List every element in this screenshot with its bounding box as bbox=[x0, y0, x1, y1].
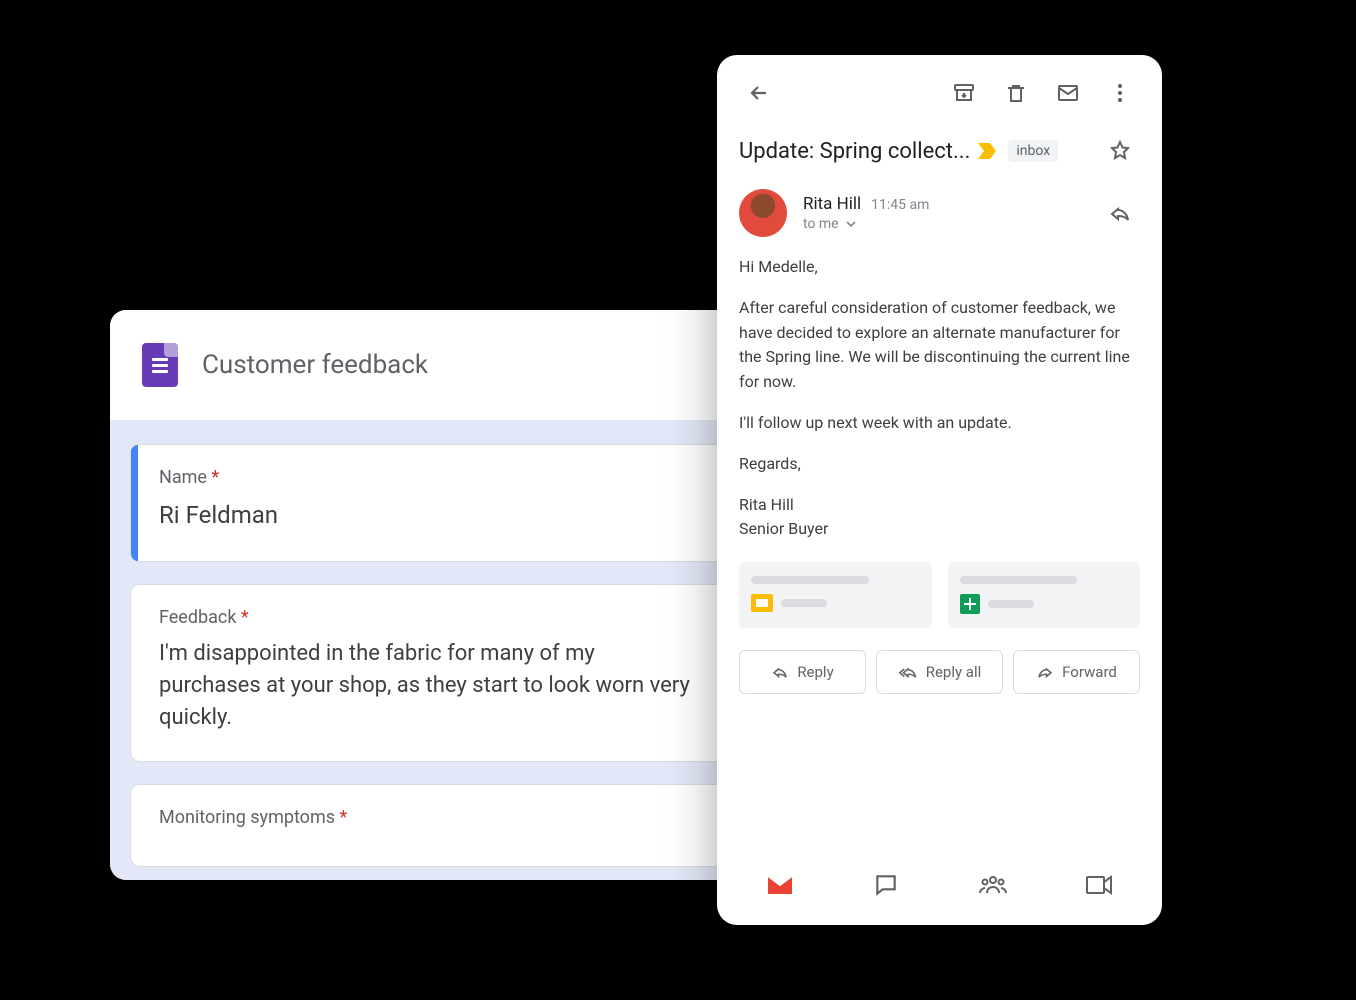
archive-button[interactable] bbox=[944, 73, 984, 113]
attachment-title-placeholder bbox=[960, 576, 1078, 584]
more-menu-button[interactable] bbox=[1100, 73, 1140, 113]
chevron-down-icon bbox=[845, 218, 857, 230]
sender-name: Rita Hill bbox=[803, 194, 861, 214]
form-title: Customer feedback bbox=[202, 350, 428, 380]
sender-time: 11:45 am bbox=[871, 197, 929, 213]
email-closing: Regards, bbox=[739, 452, 1140, 477]
people-icon bbox=[978, 873, 1008, 897]
reply-actions-row: Reply Reply all Forward bbox=[717, 646, 1162, 708]
attachment-slides[interactable] bbox=[739, 562, 932, 628]
sender-avatar[interactable] bbox=[739, 189, 787, 237]
reply-icon-button[interactable] bbox=[1100, 193, 1140, 233]
question-label: Feedback * bbox=[159, 607, 701, 628]
attachments-row bbox=[717, 542, 1162, 646]
mail-icon bbox=[766, 874, 794, 896]
forms-header: Customer feedback bbox=[110, 310, 750, 420]
important-marker-icon[interactable] bbox=[978, 142, 1000, 160]
name-input[interactable]: Ri Feldman bbox=[159, 498, 701, 533]
question-label: Monitoring symptoms * bbox=[159, 807, 701, 828]
attachment-title-placeholder bbox=[751, 576, 869, 584]
star-button[interactable] bbox=[1100, 131, 1140, 171]
google-slides-icon bbox=[751, 594, 773, 612]
forward-icon bbox=[1036, 663, 1054, 681]
reply-button[interactable]: Reply bbox=[739, 650, 866, 694]
bottom-nav bbox=[717, 849, 1162, 925]
email-paragraph: I'll follow up next week with an update. bbox=[739, 411, 1140, 436]
nav-spaces[interactable] bbox=[969, 865, 1017, 905]
forms-body: Name * Ri Feldman Feedback * I'm disappo… bbox=[110, 420, 750, 880]
form-question-name[interactable]: Name * Ri Feldman bbox=[130, 444, 730, 562]
nav-mail[interactable] bbox=[756, 865, 804, 905]
sender-row: Rita Hill 11:45 am to me bbox=[717, 185, 1162, 255]
form-question-feedback[interactable]: Feedback * I'm disappointed in the fabri… bbox=[130, 584, 730, 763]
reply-all-icon bbox=[898, 663, 918, 681]
attachment-meta-placeholder bbox=[781, 599, 827, 607]
chat-icon bbox=[873, 872, 899, 898]
google-forms-icon bbox=[142, 343, 178, 387]
recipient-dropdown[interactable]: to me bbox=[803, 216, 929, 232]
email-body: Hi Medelle, After careful consideration … bbox=[717, 255, 1162, 542]
google-forms-card: Customer feedback Name * Ri Feldman Feed… bbox=[110, 310, 750, 880]
delete-button[interactable] bbox=[996, 73, 1036, 113]
inbox-label-chip[interactable]: inbox bbox=[1008, 140, 1058, 162]
email-greeting: Hi Medelle, bbox=[739, 255, 1140, 280]
attachment-meta-placeholder bbox=[988, 600, 1034, 608]
back-button[interactable] bbox=[739, 73, 779, 113]
forward-button[interactable]: Forward bbox=[1013, 650, 1140, 694]
nav-chat[interactable] bbox=[862, 865, 910, 905]
gmail-toolbar bbox=[717, 55, 1162, 123]
google-sheets-icon bbox=[960, 594, 980, 614]
reply-icon bbox=[771, 663, 789, 681]
nav-meet[interactable] bbox=[1075, 865, 1123, 905]
email-subject: Update: Spring collect... bbox=[739, 139, 970, 164]
mark-unread-button[interactable] bbox=[1048, 73, 1088, 113]
question-label: Name * bbox=[159, 467, 701, 488]
attachment-sheets[interactable] bbox=[948, 562, 1141, 628]
video-icon bbox=[1085, 874, 1113, 896]
email-signature: Rita Hill Senior Buyer bbox=[739, 493, 1140, 543]
form-question-monitoring[interactable]: Monitoring symptoms * bbox=[130, 784, 730, 867]
feedback-input[interactable]: I'm disappointed in the fabric for many … bbox=[159, 638, 701, 734]
reply-all-button[interactable]: Reply all bbox=[876, 650, 1003, 694]
subject-row: Update: Spring collect... inbox bbox=[717, 123, 1162, 185]
gmail-card: Update: Spring collect... inbox Rita Hil… bbox=[717, 55, 1162, 925]
email-paragraph: After careful consideration of customer … bbox=[739, 296, 1140, 395]
